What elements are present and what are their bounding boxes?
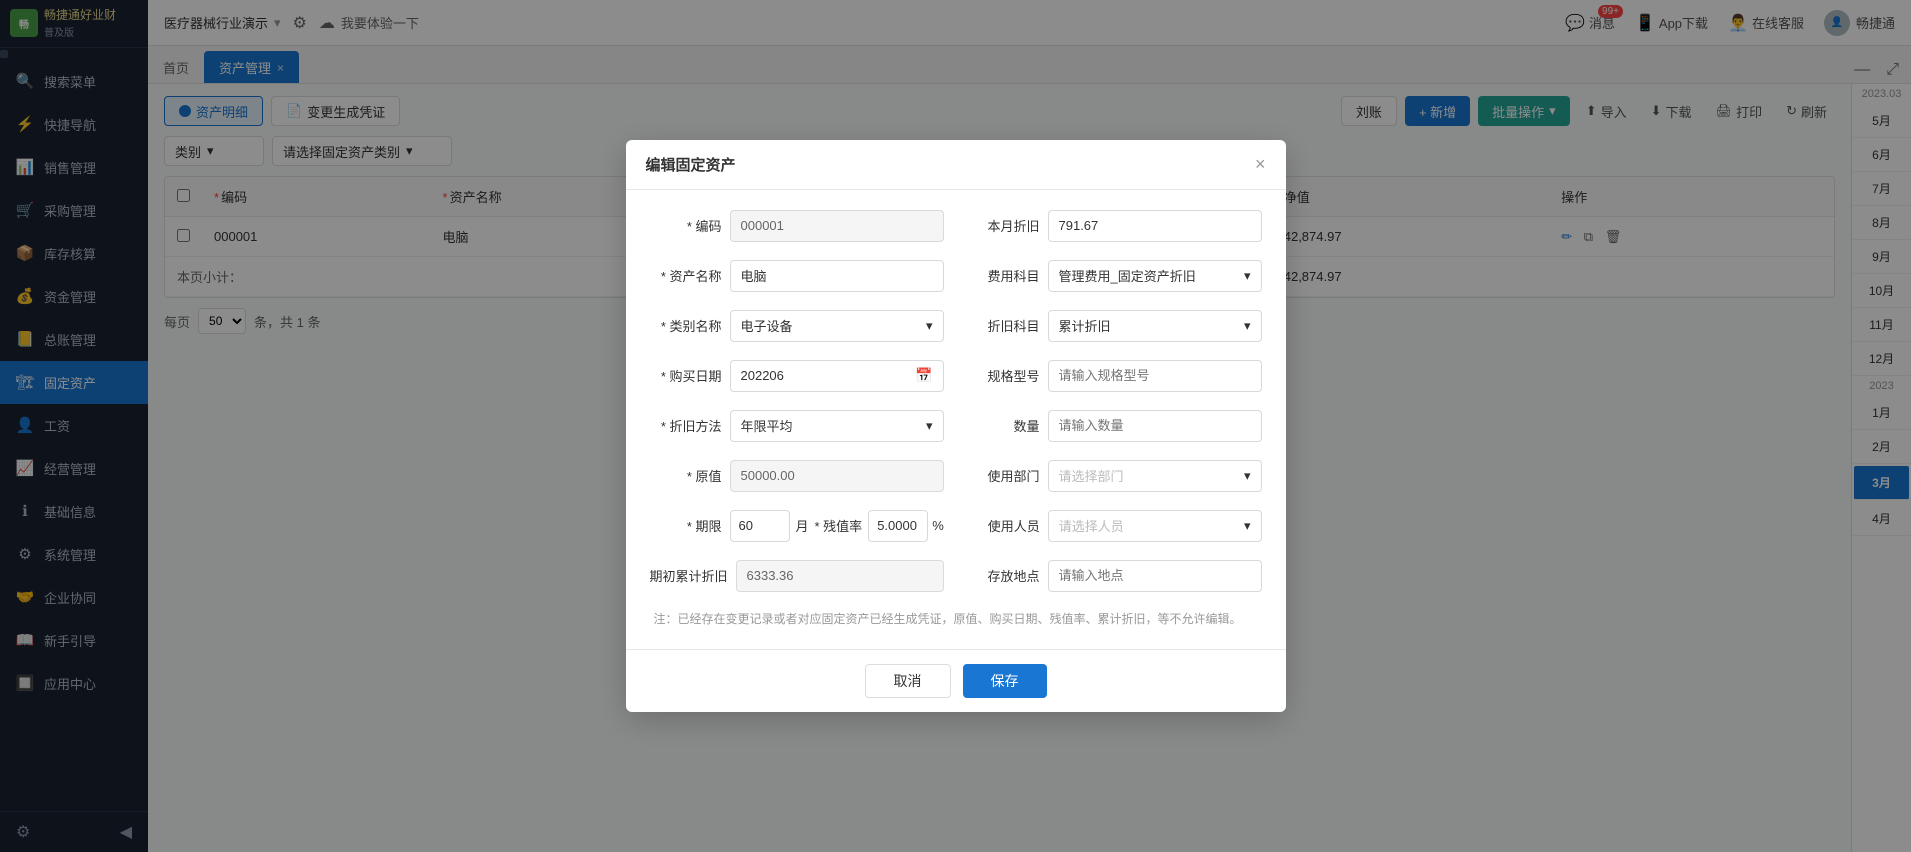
modal-close-btn[interactable]: × [1255, 155, 1266, 173]
location-label: 存放地点 [968, 566, 1040, 585]
spec-label: 规格型号 [968, 366, 1040, 385]
modal-row-8: 期初累计折旧 存放地点 [650, 560, 1262, 592]
depreciation-method-select[interactable]: 年限平均 ▾ [730, 410, 944, 442]
department-placeholder: 请选择部门 [1059, 466, 1124, 485]
expense-account-select[interactable]: 管理费用_固定资产折旧 ▾ [1048, 260, 1262, 292]
purchase-date-input[interactable]: 202206 📅 [730, 360, 944, 392]
initial-depreciation-input[interactable] [736, 560, 944, 592]
person-chevron: ▾ [1244, 518, 1251, 534]
depreciation-account-chevron: ▾ [1244, 318, 1251, 334]
department-label: 使用部门 [968, 466, 1040, 485]
residual-rate-wrap: % [868, 510, 944, 542]
department-chevron: ▾ [1244, 468, 1251, 484]
purchase-date-label: * 购买日期 [650, 366, 722, 385]
category-value: 电子设备 [741, 316, 793, 335]
field-depreciation-account: 折旧科目 累计折旧 ▾ [968, 310, 1262, 342]
name-label: * 资产名称 [650, 266, 722, 285]
field-period: * 期限 月 * 残值率 % [650, 510, 944, 542]
modal-title: 编辑固定资产 [646, 154, 736, 175]
expense-account-value: 管理费用_固定资产折旧 [1059, 266, 1196, 285]
field-location: 存放地点 [968, 560, 1262, 592]
person-label: 使用人员 [968, 516, 1040, 535]
modal-row-7: * 期限 月 * 残值率 % 使用人员 请选择人员 [650, 510, 1262, 542]
cancel-button[interactable]: 取消 [865, 664, 951, 698]
field-monthly-depreciation: 本月折旧 [968, 210, 1262, 242]
code-label: * 编码 [650, 216, 722, 235]
field-depreciation-method: * 折旧方法 年限平均 ▾ [650, 410, 944, 442]
field-person: 使用人员 请选择人员 ▾ [968, 510, 1262, 542]
field-spec: 规格型号 [968, 360, 1262, 392]
person-select[interactable]: 请选择人员 ▾ [1048, 510, 1262, 542]
residual-rate-label: * 残值率 [815, 516, 863, 535]
modal-row-4: * 购买日期 202206 📅 规格型号 [650, 360, 1262, 392]
code-input[interactable] [730, 210, 944, 242]
field-category: * 类别名称 电子设备 ▾ [650, 310, 944, 342]
depreciation-account-label: 折旧科目 [968, 316, 1040, 335]
purchase-date-value: 202206 [741, 368, 784, 383]
department-select[interactable]: 请选择部门 ▾ [1048, 460, 1262, 492]
person-placeholder: 请选择人员 [1059, 516, 1124, 535]
modal-row-3: * 类别名称 电子设备 ▾ 折旧科目 累计折旧 ▾ [650, 310, 1262, 342]
depreciation-account-select[interactable]: 累计折旧 ▾ [1048, 310, 1262, 342]
field-initial-depreciation: 期初累计折旧 [650, 560, 944, 592]
modal-row-1: * 编码 本月折旧 [650, 210, 1262, 242]
depreciation-account-value: 累计折旧 [1059, 316, 1111, 335]
depreciation-method-value: 年限平均 [741, 416, 793, 435]
original-value-input[interactable] [730, 460, 944, 492]
residual-rate-input[interactable] [868, 510, 928, 542]
field-original-value: * 原值 [650, 460, 944, 492]
depreciation-method-chevron: ▾ [926, 418, 933, 434]
field-department: 使用部门 请选择部门 ▾ [968, 460, 1262, 492]
expense-account-label: 费用科目 [968, 266, 1040, 285]
field-purchase-date: * 购买日期 202206 📅 [650, 360, 944, 392]
modal-row-6: * 原值 使用部门 请选择部门 ▾ [650, 460, 1262, 492]
field-name: * 资产名称 [650, 260, 944, 292]
modal-row-5: * 折旧方法 年限平均 ▾ 数量 [650, 410, 1262, 442]
modal-row-2: * 资产名称 费用科目 管理费用_固定资产折旧 ▾ [650, 260, 1262, 292]
field-quantity: 数量 [968, 410, 1262, 442]
field-expense-account: 费用科目 管理费用_固定资产折旧 ▾ [968, 260, 1262, 292]
quantity-input[interactable] [1048, 410, 1262, 442]
period-row: 月 * 残值率 % [730, 510, 944, 542]
modal-note: 注：已经存在变更记录或者对应固定资产已经生成凭证，原值、购买日期、残值率、累计折… [650, 610, 1262, 629]
category-select[interactable]: 电子设备 ▾ [730, 310, 944, 342]
original-value-label: * 原值 [650, 466, 722, 485]
category-chevron: ▾ [926, 318, 933, 334]
monthly-depreciation-input[interactable] [1048, 210, 1262, 242]
pct-sign: % [932, 518, 944, 533]
category-label: * 类别名称 [650, 316, 722, 335]
modal-body: * 编码 本月折旧 * 资产名称 费用科目 管理费用_固定资产折旧 [626, 190, 1286, 649]
modal-header: 编辑固定资产 × [626, 140, 1286, 190]
monthly-depreciation-label: 本月折旧 [968, 216, 1040, 235]
period-unit: 月 [796, 516, 809, 535]
calendar-icon: 📅 [915, 367, 932, 384]
depreciation-method-label: * 折旧方法 [650, 416, 722, 435]
expense-account-chevron: ▾ [1244, 268, 1251, 284]
period-input[interactable] [730, 510, 790, 542]
initial-depreciation-label: 期初累计折旧 [650, 566, 728, 585]
field-code: * 编码 [650, 210, 944, 242]
location-input[interactable] [1048, 560, 1262, 592]
save-button[interactable]: 保存 [963, 664, 1047, 698]
quantity-label: 数量 [968, 416, 1040, 435]
period-label: * 期限 [650, 516, 722, 535]
name-input[interactable] [730, 260, 944, 292]
modal-footer: 取消 保存 [626, 649, 1286, 712]
modal-overlay: 编辑固定资产 × * 编码 本月折旧 * 资产名称 [0, 0, 1911, 852]
spec-input[interactable] [1048, 360, 1262, 392]
edit-fixed-asset-modal: 编辑固定资产 × * 编码 本月折旧 * 资产名称 [626, 140, 1286, 712]
